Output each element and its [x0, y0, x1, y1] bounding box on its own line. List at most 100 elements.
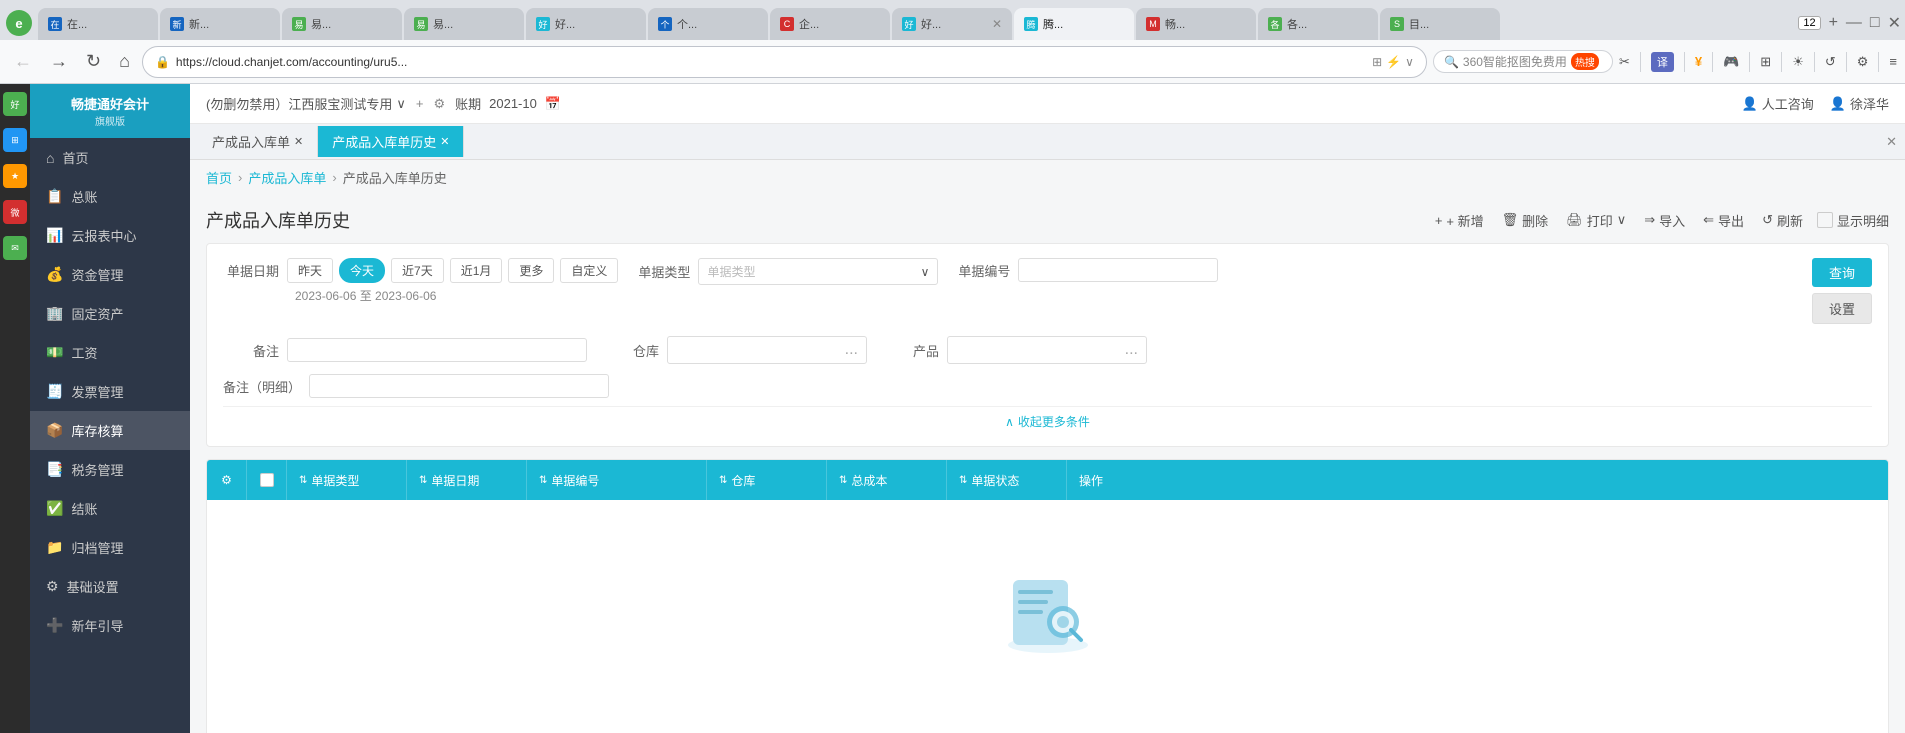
table-cost-column-label: 总成本 — [851, 472, 887, 489]
add-company-button[interactable]: + — [416, 96, 424, 111]
inner-tab-bar-close-icon[interactable]: ✕ — [1886, 134, 1897, 150]
close-window-button[interactable]: ✕ — [1884, 11, 1905, 35]
undo-icon[interactable]: ↺ — [1825, 54, 1836, 70]
sidebar-item-report[interactable]: 📊 云报表中心 — [30, 216, 190, 255]
date-7days-btn[interactable]: 近7天 — [391, 258, 444, 283]
query-button[interactable]: 查询 — [1812, 258, 1872, 287]
table-checkbox-column[interactable] — [247, 460, 287, 500]
address-bar[interactable]: 🔒 https://cloud.chanjet.com/accounting/u… — [142, 46, 1427, 78]
add-button[interactable]: + + 新增 — [1431, 209, 1488, 232]
maximize-button[interactable]: □ — [1866, 12, 1884, 34]
sidebar-item-inventory[interactable]: 📦 库存核算 — [30, 411, 190, 450]
date-more-btn[interactable]: 更多 — [508, 258, 554, 283]
date-today-btn[interactable]: 今天 — [339, 258, 385, 283]
sidebar-item-home[interactable]: ⌂ 首页 — [30, 138, 190, 177]
sidebar-app-icon-2[interactable]: ⊞ — [3, 128, 27, 152]
table-warehouse-column[interactable]: ⇅ 仓库 — [707, 460, 827, 500]
browser-tab-9[interactable]: 腾 腾... — [1014, 8, 1134, 40]
brightness-icon[interactable]: ☀ — [1792, 54, 1804, 70]
sidebar-item-invoice[interactable]: 🧾 发票管理 — [30, 372, 190, 411]
date-yesterday-btn[interactable]: 昨天 — [287, 258, 333, 283]
sidebar-item-settle[interactable]: ✅ 结账 — [30, 489, 190, 528]
table-type-column[interactable]: ⇅ 单据类型 — [287, 460, 407, 500]
sidebar-app-icon-4[interactable]: 微 — [3, 200, 27, 224]
browser-tab-8[interactable]: 好 好... ✕ — [892, 8, 1012, 40]
inner-tab-voucher-list[interactable]: 产成品入库单 ✕ — [198, 126, 318, 157]
import-button[interactable]: ⇒ 导入 — [1640, 209, 1689, 232]
customer-service-button[interactable]: 👤 人工咨询 — [1742, 94, 1814, 113]
inner-tab-voucher-list-close-icon[interactable]: ✕ — [294, 135, 303, 148]
sidebar-item-fund[interactable]: 💰 资金管理 — [30, 255, 190, 294]
refresh-button[interactable]: ↺ 刷新 — [1758, 209, 1807, 232]
browser-tab-5[interactable]: 好 好... — [526, 8, 646, 40]
forward-button[interactable]: → — [44, 49, 74, 74]
minimize-button[interactable]: — — [1842, 12, 1866, 34]
navigation-bar: ← → ↻ ⌂ 🔒 https://cloud.chanjet.com/acco… — [0, 40, 1905, 84]
home-button[interactable]: ⌂ — [113, 49, 136, 74]
number-filter-input[interactable] — [1018, 258, 1218, 282]
sidebar-item-tax[interactable]: 📑 税务管理 — [30, 450, 190, 489]
company-selector[interactable]: (勿删勿禁用）江西服宝测试专用 ∨ — [206, 94, 406, 113]
browser-tab-10[interactable]: M 畅... — [1136, 8, 1256, 40]
user-profile-button[interactable]: 👤 徐泽华 — [1830, 94, 1889, 113]
note-filter-input[interactable] — [287, 338, 587, 362]
date-1month-btn[interactable]: 近1月 — [450, 258, 503, 283]
product-filter-select[interactable]: ... — [947, 336, 1147, 364]
collapse-filter-button[interactable]: ∧ 收起更多条件 — [223, 406, 1872, 432]
browser-tab-11[interactable]: 各 各... — [1258, 8, 1378, 40]
browser-tab-7[interactable]: C 企... — [770, 8, 890, 40]
company-settings-icon[interactable]: ⚙ — [433, 96, 445, 112]
sidebar-item-salary[interactable]: 💵 工资 — [30, 333, 190, 372]
detail-note-filter-input[interactable] — [309, 374, 609, 398]
show-columns-checkbox[interactable] — [1817, 212, 1833, 228]
yuan-icon[interactable]: ¥ — [1695, 54, 1702, 69]
inner-tab-voucher-history[interactable]: 产成品入库单历史 ✕ — [318, 126, 464, 157]
sidebar-item-basic[interactable]: ⚙ 基础设置 — [30, 567, 190, 606]
browser-tab-6[interactable]: 个 个... — [648, 8, 768, 40]
scissors-icon[interactable]: ✂ — [1619, 54, 1630, 70]
inner-tab-voucher-history-close-icon[interactable]: ✕ — [440, 135, 449, 148]
apps-grid-icon[interactable]: ⊞ — [1760, 54, 1771, 70]
browser-tab-1[interactable]: 在 在... — [38, 8, 158, 40]
table-status-column[interactable]: ⇅ 单据状态 — [947, 460, 1067, 500]
table-settings-column[interactable]: ⚙ — [207, 460, 247, 500]
breadcrumb-voucher-list[interactable]: 产成品入库单 — [248, 168, 326, 187]
sidebar-item-fixed[interactable]: 🏢 固定资产 — [30, 294, 190, 333]
print-button[interactable]: 🖨 打印 ∨ — [1562, 209, 1630, 232]
date-custom-btn[interactable]: 自定义 — [560, 258, 618, 283]
type-filter-select[interactable]: 单据类型 ∨ — [698, 258, 938, 285]
tab-8-close-icon[interactable]: ✕ — [992, 17, 1002, 31]
show-columns-toggle[interactable]: 显示明细 — [1817, 211, 1889, 230]
table-cost-column[interactable]: ⇅ 总成本 — [827, 460, 947, 500]
sidebar-app-icon-3[interactable]: ★ — [3, 164, 27, 188]
browser-tab-3[interactable]: 易 易... — [282, 8, 402, 40]
nav-more-icon[interactable]: ≡ — [1889, 54, 1897, 69]
browser-tab-4[interactable]: 易 易... — [404, 8, 524, 40]
warehouse-filter-select[interactable]: ... — [667, 336, 867, 364]
browser-tab-2[interactable]: 新 新... — [160, 8, 280, 40]
breadcrumb-home[interactable]: 首页 — [206, 168, 232, 187]
sidebar-app-icon-5[interactable]: ✉ — [3, 236, 27, 260]
table-date-column[interactable]: ⇅ 单据日期 — [407, 460, 527, 500]
filter-settings-button[interactable]: 设置 — [1812, 293, 1872, 324]
grid-icon: ⊞ — [1372, 55, 1382, 69]
sidebar-item-new[interactable]: ➕ 新年引导 — [30, 606, 190, 645]
refresh-button[interactable]: ↻ — [80, 49, 107, 74]
translate-icon[interactable]: 译 — [1651, 52, 1674, 72]
sidebar-item-archive[interactable]: 📁 归档管理 — [30, 528, 190, 567]
sidebar-item-ledger[interactable]: 📋 总账 — [30, 177, 190, 216]
select-all-checkbox[interactable] — [260, 473, 274, 487]
table-number-column[interactable]: ⇅ 单据编号 — [527, 460, 707, 500]
tab-8-title: 好... — [921, 16, 988, 32]
period-selector[interactable]: 账期 2021-10 📅 — [455, 94, 561, 113]
sidebar-app-icon-1[interactable]: 好 — [3, 92, 27, 116]
export-button[interactable]: ⇐ 导出 — [1699, 209, 1748, 232]
sidebar-item-fund-label: 资金管理 — [71, 265, 123, 284]
new-tab-button[interactable]: + — [1825, 12, 1842, 34]
back-button[interactable]: ← — [8, 49, 38, 74]
delete-button[interactable]: 🗑 删除 — [1498, 209, 1553, 232]
nav-settings-icon[interactable]: ⚙ — [1857, 54, 1869, 70]
browser-tab-12[interactable]: S 目... — [1380, 8, 1500, 40]
search-bar[interactable]: 🔍 360智能抠图免费用 热搜 — [1433, 50, 1613, 73]
gamepad-icon[interactable]: 🎮 — [1723, 54, 1739, 70]
